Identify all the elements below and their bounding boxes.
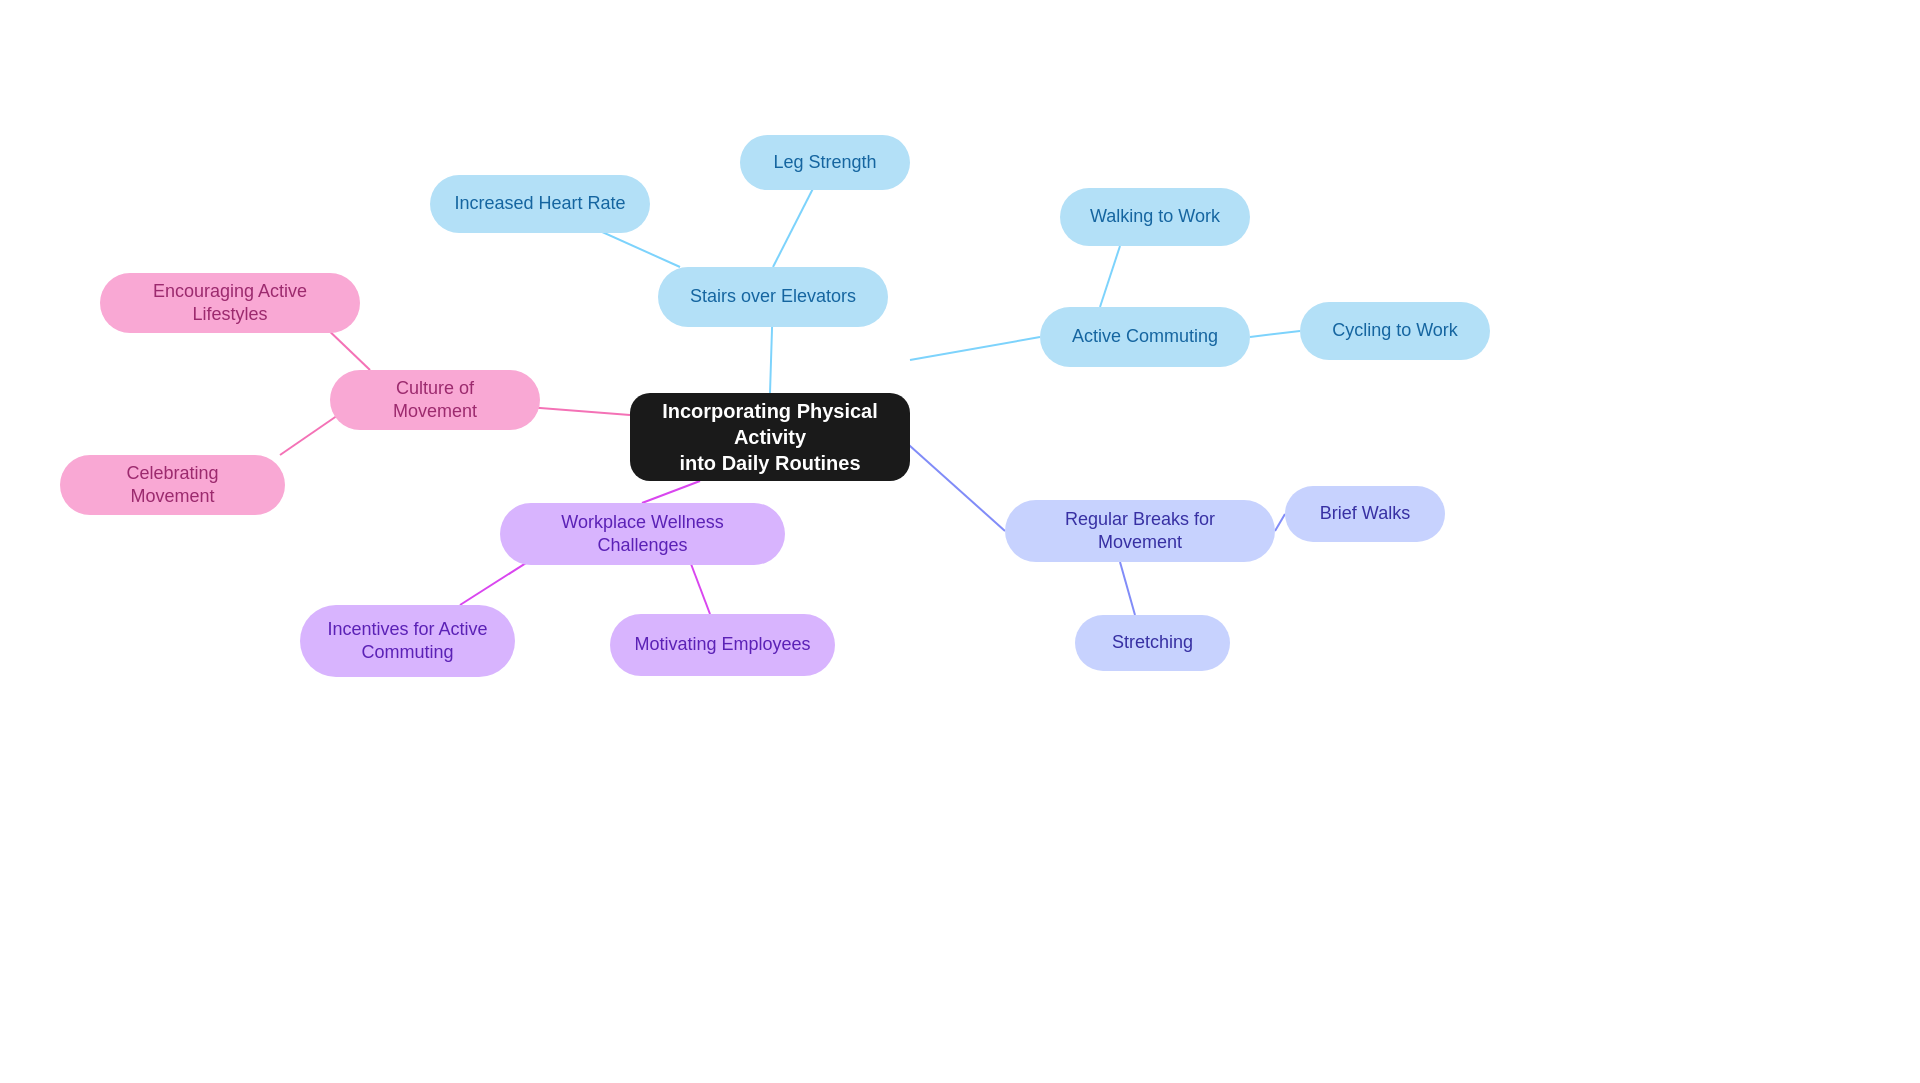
svg-line-10 [1275, 514, 1285, 531]
stairs-label: Stairs over Elevators [690, 285, 856, 308]
heart-rate-label: Increased Heart Rate [454, 192, 625, 215]
incentives-node: Incentives for Active Commuting [300, 605, 515, 677]
walking-to-work-label: Walking to Work [1090, 205, 1220, 228]
stretching-label: Stretching [1112, 631, 1193, 654]
motivating-node: Motivating Employees [610, 614, 835, 676]
encouraging-active-label: Encouraging Active Lifestyles [122, 280, 338, 327]
motivating-label: Motivating Employees [634, 633, 810, 656]
stretching-node: Stretching [1075, 615, 1230, 671]
svg-line-11 [1120, 562, 1135, 615]
center-node: Incorporating Physical Activity into Dai… [630, 393, 910, 481]
celebrating-movement-node: Celebrating Movement [60, 455, 285, 515]
incentives-label: Incentives for Active Commuting [327, 618, 487, 665]
culture-label: Culture of Movement [352, 377, 518, 424]
regular-breaks-label: Regular Breaks for Movement [1027, 508, 1253, 555]
center-node-label: Incorporating Physical Activity into Dai… [652, 398, 888, 476]
stairs-node: Stairs over Elevators [658, 267, 888, 327]
leg-strength-node: Leg Strength [740, 135, 910, 190]
regular-breaks-node: Regular Breaks for Movement [1005, 500, 1275, 562]
workplace-wellness-label: Workplace Wellness Challenges [522, 511, 763, 558]
active-commuting-label: Active Commuting [1072, 325, 1218, 348]
cycling-to-work-label: Cycling to Work [1332, 319, 1458, 342]
svg-line-12 [642, 481, 700, 503]
svg-line-3 [910, 337, 1040, 360]
heart-rate-node: Increased Heart Rate [430, 175, 650, 233]
encouraging-active-node: Encouraging Active Lifestyles [100, 273, 360, 333]
walking-to-work-node: Walking to Work [1060, 188, 1250, 246]
brief-walks-node: Brief Walks [1285, 486, 1445, 542]
active-commuting-node: Active Commuting [1040, 307, 1250, 367]
svg-line-5 [1250, 331, 1300, 337]
brief-walks-label: Brief Walks [1320, 502, 1410, 525]
workplace-wellness-node: Workplace Wellness Challenges [500, 503, 785, 565]
cycling-to-work-node: Cycling to Work [1300, 302, 1490, 360]
svg-line-9 [900, 437, 1005, 531]
svg-line-4 [1100, 246, 1120, 307]
celebrating-movement-label: Celebrating Movement [82, 462, 263, 509]
culture-of-movement-node: Culture of Movement [330, 370, 540, 430]
leg-strength-label: Leg Strength [773, 151, 876, 174]
